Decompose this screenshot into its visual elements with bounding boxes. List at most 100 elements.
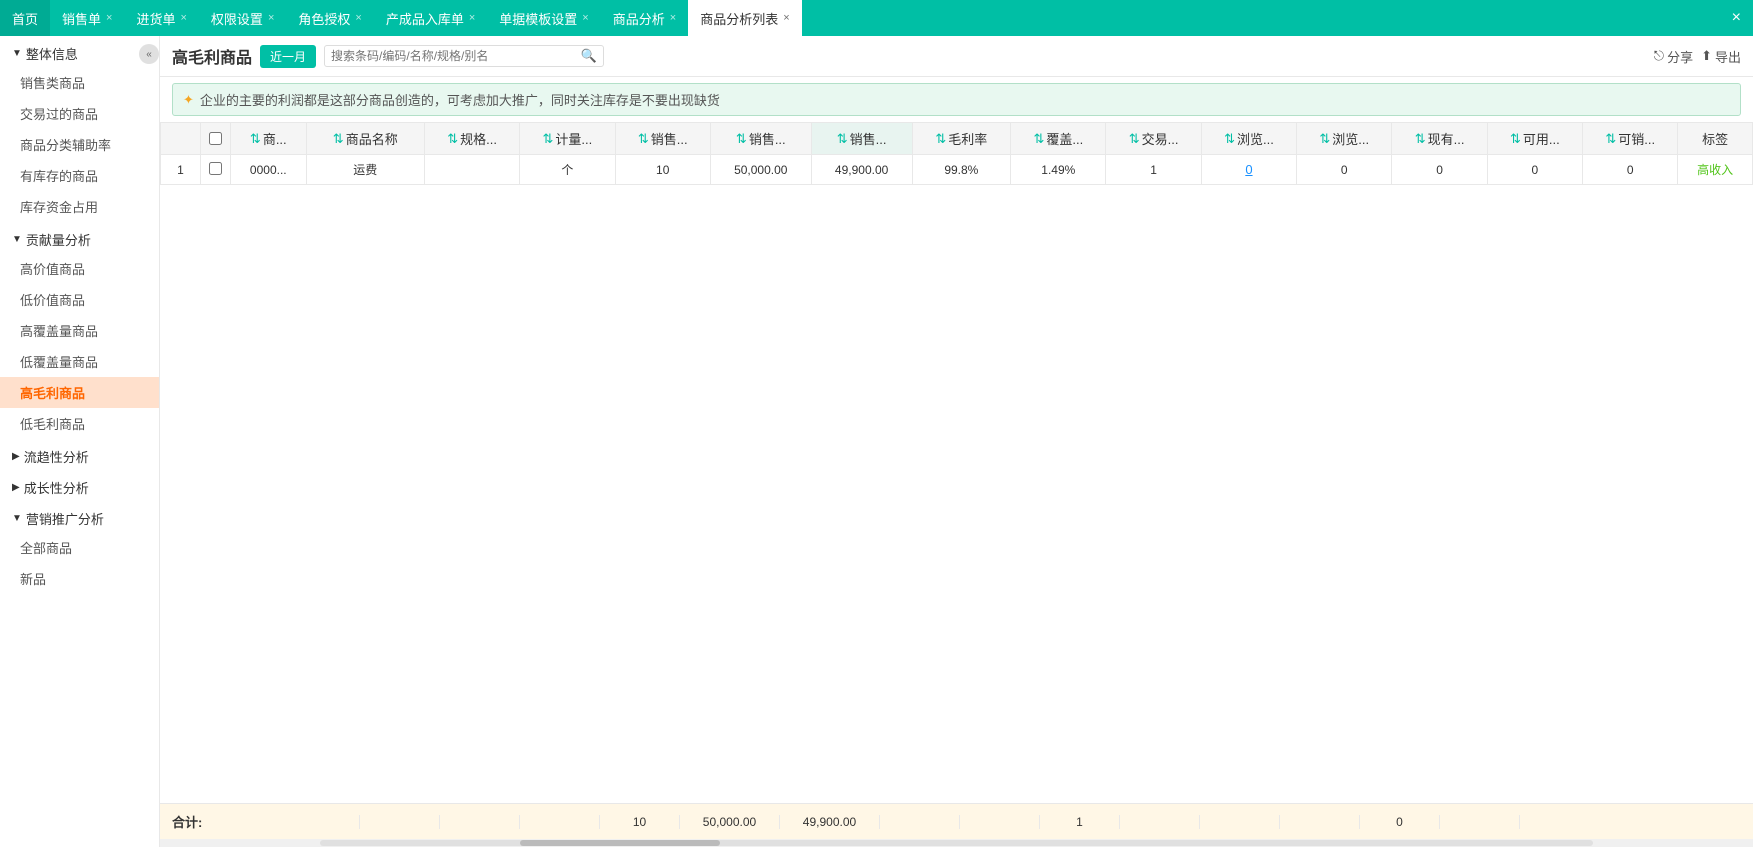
scrollbar-thumb[interactable] xyxy=(520,840,720,846)
main-area: « ▼ 整体信息 销售类商品 交易过的商品 商品分类辅助率 有库存的商品 库存资… xyxy=(0,36,1753,847)
col-browse1[interactable]: ⇅浏览... xyxy=(1201,123,1296,155)
footer-empty3 xyxy=(440,815,520,829)
footer-transactions: 1 xyxy=(1040,815,1120,829)
sidebar-item-category-rate[interactable]: 商品分类辅助率 xyxy=(0,129,159,160)
cell-browse1[interactable]: 0 xyxy=(1201,155,1296,185)
sort-icon-s2: ⇅ xyxy=(736,131,747,147)
nav-item-production[interactable]: 产成品入库单 × xyxy=(374,0,487,36)
col-spec[interactable]: ⇅规格... xyxy=(424,123,519,155)
row-checkbox[interactable] xyxy=(209,162,222,175)
group-arrow-marketing: ▼ xyxy=(12,513,22,524)
col-sales1[interactable]: ⇅销售... xyxy=(615,123,710,155)
close-tab-purchase[interactable]: × xyxy=(180,12,186,24)
close-tab-analysis[interactable]: × xyxy=(670,12,676,24)
table-footer: 合计: 10 50,000.00 49,900.00 1 0 xyxy=(160,803,1753,839)
nav-item-permissions[interactable]: 权限设置 × xyxy=(199,0,286,36)
sort-icon: ⇅ xyxy=(250,131,261,147)
sort-icon-spec: ⇅ xyxy=(447,131,458,147)
sidebar-group-marketing[interactable]: ▼ 营销推广分析 xyxy=(0,501,159,532)
col-transactions[interactable]: ⇅交易... xyxy=(1106,123,1201,155)
col-coverage[interactable]: ⇅覆盖... xyxy=(1011,123,1106,155)
cell-tag: 高收入 xyxy=(1678,155,1753,185)
sidebar-item-high-coverage[interactable]: 高覆盖量商品 xyxy=(0,315,159,346)
footer-empty9 xyxy=(1280,815,1360,829)
header-actions: ⎋ 分享 ⬆ 导出 xyxy=(1654,47,1741,66)
nav-item-templates[interactable]: 单据模板设置 × xyxy=(487,0,600,36)
col-unit[interactable]: ⇅计量... xyxy=(520,123,615,155)
sort-icon-b1: ⇅ xyxy=(1224,131,1235,147)
col-available[interactable]: ⇅可用... xyxy=(1487,123,1582,155)
footer-sales3: 49,900.00 xyxy=(780,815,880,829)
top-navigation: 首页 销售单 × 进货单 × 权限设置 × 角色授权 × 产成品入库单 × 单据… xyxy=(0,0,1753,36)
sidebar: « ▼ 整体信息 销售类商品 交易过的商品 商品分类辅助率 有库存的商品 库存资… xyxy=(0,36,160,847)
cell-code: 0000... xyxy=(231,155,307,185)
col-name[interactable]: ⇅商品名称 xyxy=(306,123,424,155)
group-arrow-trend: ▶ xyxy=(12,451,20,462)
group-arrow-growth: ▶ xyxy=(12,482,20,493)
close-tab-permissions[interactable]: × xyxy=(268,12,274,24)
share-button[interactable]: ⎋ 分享 xyxy=(1654,47,1693,66)
sidebar-item-high-margin[interactable]: 高毛利商品 xyxy=(0,377,159,408)
sidebar-group-trend[interactable]: ▶ 流趋性分析 xyxy=(0,439,159,470)
cell-unit: 个 xyxy=(520,155,615,185)
nav-item-roles[interactable]: 角色授权 × xyxy=(286,0,373,36)
col-sales2[interactable]: ⇅销售... xyxy=(710,123,811,155)
sidebar-group-overall[interactable]: ▼ 整体信息 xyxy=(0,36,159,67)
select-all-checkbox[interactable] xyxy=(209,132,222,145)
sidebar-item-low-coverage[interactable]: 低覆盖量商品 xyxy=(0,346,159,377)
close-tab-production[interactable]: × xyxy=(469,12,475,24)
sidebar-item-stock-funds[interactable]: 库存资金占用 xyxy=(0,191,159,222)
nav-item-analysis[interactable]: 商品分析 × xyxy=(601,0,688,36)
search-icon[interactable]: 🔍 xyxy=(581,48,597,64)
nav-item-purchase[interactable]: 进货单 × xyxy=(124,0,198,36)
sidebar-item-stocked-goods[interactable]: 有库存的商品 xyxy=(0,160,159,191)
close-tab-sales[interactable]: × xyxy=(106,12,112,24)
sidebar-item-all-goods[interactable]: 全部商品 xyxy=(0,532,159,563)
col-current-stock[interactable]: ⇅现有... xyxy=(1392,123,1487,155)
horizontal-scrollbar[interactable] xyxy=(160,839,1753,847)
sort-icon-s1: ⇅ xyxy=(638,131,649,147)
table-header-row: ⇅商... ⇅商品名称 ⇅规格... ⇅计量... ⇅销售... ⇅销售... … xyxy=(161,123,1753,155)
footer-sales2: 50,000.00 xyxy=(680,815,780,829)
col-saleable[interactable]: ⇅可销... xyxy=(1583,123,1678,155)
sort-icon-cs: ⇅ xyxy=(1415,131,1426,147)
col-code[interactable]: ⇅商... xyxy=(231,123,307,155)
content-area: 高毛利商品 近一月 🔍 ⎋ 分享 ⬆ 导出 ✦ 企业的主要的利润都是这部分商品创… xyxy=(160,36,1753,847)
footer-available: 0 xyxy=(1360,815,1440,829)
group-arrow-overall: ▼ xyxy=(12,48,22,59)
col-gross-rate[interactable]: ⇅毛利率 xyxy=(912,123,1011,155)
sidebar-item-low-value[interactable]: 低价值商品 xyxy=(0,284,159,315)
sidebar-group-growth[interactable]: ▶ 成长性分析 xyxy=(0,470,159,501)
sidebar-item-new-goods[interactable]: 新品 xyxy=(0,563,159,594)
export-button[interactable]: ⬆ 导出 xyxy=(1701,47,1741,66)
sidebar-item-low-margin[interactable]: 低毛利商品 xyxy=(0,408,159,439)
global-close-button[interactable]: × xyxy=(1720,9,1753,27)
nav-item-sales[interactable]: 销售单 × xyxy=(50,0,124,36)
close-tab-roles[interactable]: × xyxy=(355,12,361,24)
nav-item-analysis-list[interactable]: 商品分析列表 × xyxy=(688,0,801,36)
cell-transactions: 1 xyxy=(1106,155,1201,185)
col-browse2[interactable]: ⇅浏览... xyxy=(1297,123,1392,155)
cell-checkbox xyxy=(201,155,231,185)
sort-icon-name: ⇅ xyxy=(333,131,344,147)
footer-empty8 xyxy=(1200,815,1280,829)
sidebar-item-traded-goods[interactable]: 交易过的商品 xyxy=(0,98,159,129)
cell-sales3: 49,900.00 xyxy=(811,155,912,185)
close-tab-analysis-list[interactable]: × xyxy=(783,12,789,24)
footer-empty10 xyxy=(1440,815,1520,829)
sort-icon-tr: ⇅ xyxy=(1129,131,1140,147)
sidebar-group-contribution[interactable]: ▼ 贡献量分析 xyxy=(0,222,159,253)
footer-empty5 xyxy=(880,815,960,829)
search-input[interactable] xyxy=(331,49,581,63)
group-arrow-contribution: ▼ xyxy=(12,234,22,245)
close-tab-templates[interactable]: × xyxy=(582,12,588,24)
sidebar-collapse-button[interactable]: « xyxy=(139,44,159,64)
sidebar-item-high-value[interactable]: 高价值商品 xyxy=(0,253,159,284)
col-sales3[interactable]: ⇅销售... xyxy=(811,123,912,155)
sidebar-item-sales-goods[interactable]: 销售类商品 xyxy=(0,67,159,98)
nav-item-home[interactable]: 首页 xyxy=(0,0,50,36)
table-row: 1 0000... 运费 个 10 50,000.00 49,900.00 99… xyxy=(161,155,1753,185)
cell-sales1: 10 xyxy=(615,155,710,185)
cell-available: 0 xyxy=(1487,155,1582,185)
filter-recent-month-button[interactable]: 近一月 xyxy=(260,45,316,68)
